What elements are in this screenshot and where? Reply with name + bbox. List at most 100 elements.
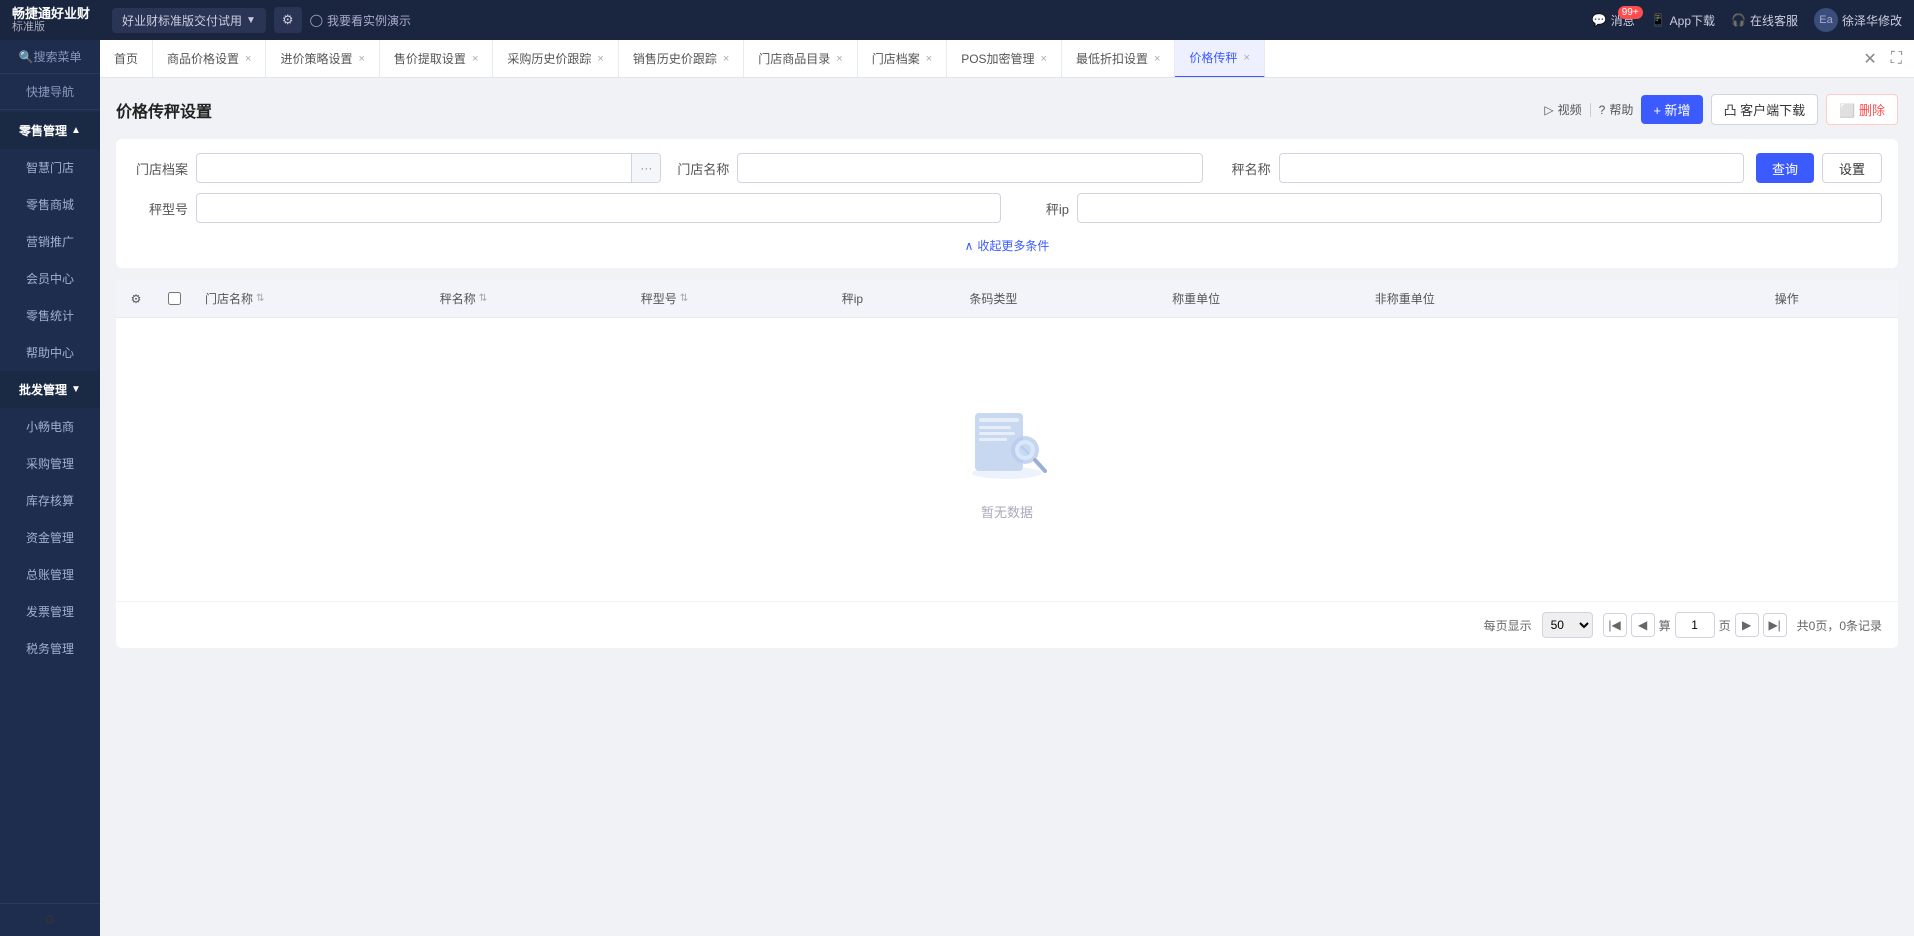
tab-price-settings[interactable]: 商品价格设置 × [153,40,266,78]
query-button[interactable]: 查询 [1756,153,1814,183]
tab-close-min-discount[interactable]: × [1154,53,1160,65]
download-button-label: 凸 客户端下载 [1724,100,1806,119]
tab-purchase-history[interactable]: 采购历史价跟踪 × [493,40,618,78]
tab-home[interactable]: 首页 [100,40,153,78]
app-download-button[interactable]: 📱 App下载 [1651,12,1715,29]
add-button[interactable]: + 新增 [1641,95,1702,124]
sidebar-item-wholesale-mgmt[interactable]: 批发管理 ▼ [0,371,100,408]
collapse-button[interactable]: ∧ 收起更多条件 [965,237,1050,254]
sidebar-item-label: 批发管理 [19,381,67,398]
filter-input-store-archive[interactable] [196,153,632,183]
sidebar-item-xiaochang-ecom[interactable]: 小畅电商 [0,408,100,445]
sidebar-settings-bottom[interactable]: ⚙ [0,903,100,936]
download-button[interactable]: 凸 客户端下载 [1711,94,1819,125]
filter-input-scale-name[interactable] [1279,153,1744,183]
sidebar-item-finance[interactable]: 资金管理 [0,519,100,556]
sidebar-item-smart-store[interactable]: 智慧门店 [0,149,100,186]
sidebar-item-help-center[interactable]: 帮助中心 [0,334,100,371]
tab-price-scale[interactable]: 价格传秤 × [1175,40,1264,78]
sidebar-item-label: 会员中心 [26,270,74,287]
video-label: 视频 [1558,101,1582,118]
select-all-checkbox[interactable] [168,292,181,305]
prev-page-button[interactable]: ◀ [1631,613,1655,637]
filter-store-archive-btn[interactable]: ··· [632,153,661,183]
filter-input-scale-model[interactable] [196,193,1001,223]
tab-close-strategy[interactable]: × [358,53,364,65]
sidebar-item-accounting[interactable]: 总账管理 [0,556,100,593]
empty-illustration [957,398,1057,488]
help-link[interactable]: ? 帮助 [1599,101,1634,118]
chevron-up-icon: ▲ [71,125,81,136]
sidebar-item-retail-mgmt[interactable]: 零售管理 ▲ [0,112,100,149]
sidebar-item-retail-mall[interactable]: 零售商城 [0,186,100,223]
version-selector[interactable]: 好业财标准版交付试用 ▼ [112,8,266,33]
delete-button[interactable]: ⬜ 删除 [1826,94,1898,125]
tab-close-all-button[interactable]: ✕ [1859,47,1880,71]
first-page-button[interactable]: |◀ [1603,613,1627,637]
search-icon: 🔍 [19,50,34,64]
sidebar-search[interactable]: 🔍 搜索菜单 [0,40,100,74]
sort-icon-3: ⇅ [680,293,688,304]
tab-close-store-catalog[interactable]: × [836,53,842,65]
next-page-button[interactable]: ▶ [1735,613,1759,637]
tab-close-store-archive[interactable]: × [926,53,932,65]
settings-filter-button[interactable]: 设置 [1822,153,1882,183]
video-link[interactable]: ▷ 视频 [1544,101,1581,118]
filter-input-scale-ip[interactable] [1077,193,1882,223]
tab-min-discount[interactable]: 最低折扣设置 × [1062,40,1175,78]
messages-badge: 99+ [1618,6,1643,19]
th-checkbox[interactable] [156,280,193,318]
sidebar-item-invoice-mgmt[interactable]: 发票管理 [0,593,100,630]
message-icon: 💬 [1592,13,1607,27]
table-wrapper: ⚙ 门店名称 [116,280,1898,318]
filter-input-store-name[interactable] [737,153,1202,183]
tab-close-sales-history[interactable]: × [723,53,729,65]
tab-strategy-settings[interactable]: 进价策略设置 × [266,40,379,78]
tab-expand-button[interactable]: ⛶ [1887,48,1906,70]
th-store-name-sort[interactable]: 门店名称 ⇅ [205,290,416,307]
th-scale-model-sort[interactable]: 秤型号 ⇅ [641,290,818,307]
demo-button[interactable]: ◯ 我要看实例演示 [310,12,411,29]
sidebar-item-label: 营销推广 [26,233,74,250]
sort-icon: ⇅ [256,293,264,304]
tab-store-archive[interactable]: 门店档案 × [858,40,947,78]
sidebar-item-label: 零售统计 [26,307,74,324]
gear-icon-sidebar: ⚙ [44,912,56,928]
sidebar-item-purchase-mgmt[interactable]: 采购管理 [0,445,100,482]
sidebar-item-inventory[interactable]: 库存核算 [0,482,100,519]
filter-label-scale-ip: 秤ip [1013,199,1069,218]
filter-label-store-archive: 门店档案 [132,159,188,178]
page-number-input[interactable] [1675,612,1715,638]
online-service-button[interactable]: 🎧 在线客服 [1731,12,1798,29]
top-bar-right: 💬 消息 99+ 📱 App下载 🎧 在线客服 Ea 徐泽华修改 [1592,8,1902,32]
last-page-button[interactable]: ▶| [1763,613,1787,637]
tab-close-price-settings[interactable]: × [245,53,251,65]
app-settings-button[interactable]: ⚙ [274,7,302,33]
sidebar-item-label: 零售管理 [19,122,67,139]
tab-sales-history[interactable]: 销售历史价跟踪 × [619,40,744,78]
tab-pos-management[interactable]: POS加密管理 × [947,40,1062,78]
sidebar-item-marketing[interactable]: 营销推广 [0,223,100,260]
tab-close-purchase-history[interactable]: × [597,53,603,65]
messages-button[interactable]: 💬 消息 99+ [1592,12,1635,29]
sidebar-quick-nav[interactable]: 快捷导航 [0,74,100,110]
help-icon: ? [1599,103,1606,117]
sidebar-item-tax-mgmt[interactable]: 税务管理 [0,630,100,667]
sidebar-item-retail-stats[interactable]: 零售统计 [0,297,100,334]
chevron-up-icon: ∧ [965,239,974,253]
tab-close-pos[interactable]: × [1041,53,1047,65]
th-settings[interactable]: ⚙ [116,280,156,318]
tab-sale-price[interactable]: 售价提取设置 × [380,40,493,78]
filter-label-scale-model: 秤型号 [132,199,188,218]
sidebar-quick-nav-label: 快捷导航 [26,83,74,100]
sidebar-item-member-center[interactable]: 会员中心 [0,260,100,297]
tab-store-catalog[interactable]: 门店商品目录 × [744,40,857,78]
tab-close-sale-price[interactable]: × [472,53,478,65]
tab-close-price-scale[interactable]: × [1243,52,1249,64]
th-scale-name-sort[interactable]: 秤名称 ⇅ [440,290,617,307]
per-page-select[interactable]: 20 50 100 [1542,612,1593,638]
user-info[interactable]: Ea 徐泽华修改 [1814,8,1902,32]
content-area: 首页 商品价格设置 × 进价策略设置 × 售价提取设置 × 采购历史价跟踪 × [100,40,1914,936]
gear-icon: ⚙ [282,12,294,27]
page-suffix: 页 [1719,617,1731,634]
